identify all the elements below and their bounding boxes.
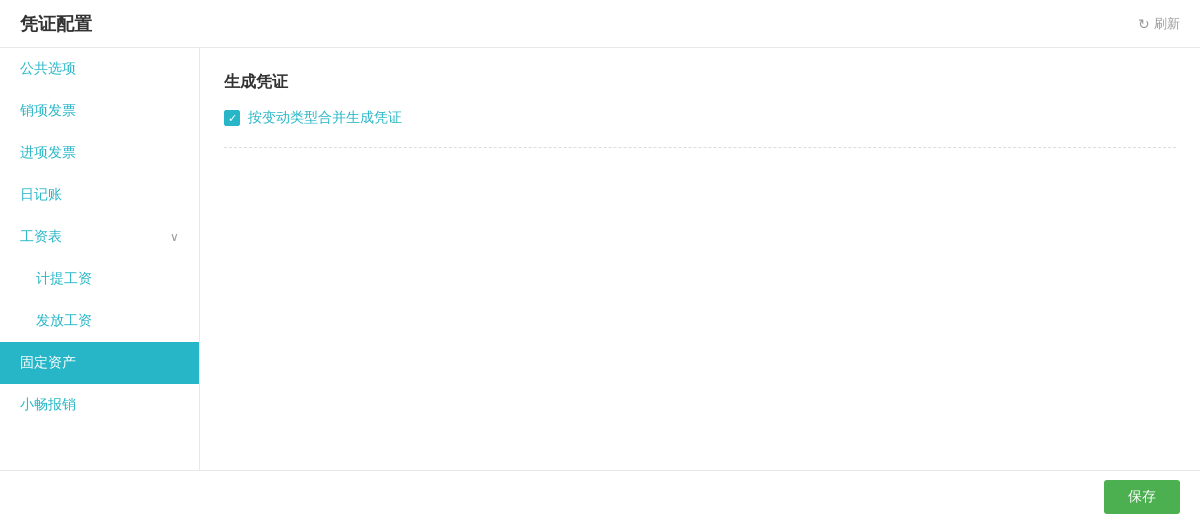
main-layout: 公共选项销项发票进项发票日记账工资表 ∨ 计提工资发放工资固定资产小畅报销 生成凭证… bbox=[0, 48, 1200, 470]
sidebar-item-label: 计提工资 bbox=[36, 270, 92, 288]
sidebar-item-label: 销项发票 bbox=[20, 102, 76, 120]
refresh-icon: ↻ bbox=[1138, 16, 1150, 32]
refresh-label: 刷新 bbox=[1154, 15, 1180, 33]
refresh-button[interactable]: ↻ 刷新 bbox=[1138, 15, 1180, 33]
checkbox-row: ✓ 按变动类型合并生成凭证 bbox=[224, 109, 1176, 127]
sidebar-item-public-options[interactable]: 公共选项 bbox=[0, 48, 199, 90]
section-divider bbox=[224, 147, 1176, 148]
sidebar-item-label: 日记账 bbox=[20, 186, 62, 204]
save-button[interactable]: 保存 bbox=[1104, 480, 1180, 514]
sidebar-item-label: 小畅报销 bbox=[20, 396, 76, 414]
sidebar-item-journal[interactable]: 日记账 bbox=[0, 174, 199, 216]
chevron-down-icon: ∨ bbox=[170, 230, 179, 244]
check-mark-icon: ✓ bbox=[228, 113, 237, 124]
sidebar-item-payroll-accrue[interactable]: 计提工资 bbox=[0, 258, 199, 300]
page-footer: 保存 bbox=[0, 470, 1200, 522]
page-header: 凭证配置 ↻ 刷新 bbox=[0, 0, 1200, 48]
sidebar-item-label: 工资表 bbox=[20, 228, 62, 246]
section-title: 生成凭证 bbox=[224, 72, 1176, 93]
page-title: 凭证配置 bbox=[20, 12, 92, 36]
sidebar-item-fixed-assets[interactable]: 固定资产 bbox=[0, 342, 199, 384]
sidebar-item-label: 发放工资 bbox=[36, 312, 92, 330]
sidebar-item-label: 固定资产 bbox=[20, 354, 76, 372]
sidebar-item-label: 进项发票 bbox=[20, 144, 76, 162]
page-wrapper: 凭证配置 ↻ 刷新 公共选项销项发票进项发票日记账工资表 ∨ 计提工资发放工资固定资… bbox=[0, 0, 1200, 522]
sidebar-item-payroll[interactable]: 工资表 ∨ bbox=[0, 216, 199, 258]
content-area: 生成凭证 ✓ 按变动类型合并生成凭证 bbox=[200, 48, 1200, 470]
sidebar-item-label: 公共选项 bbox=[20, 60, 76, 78]
merge-checkbox[interactable]: ✓ bbox=[224, 110, 240, 126]
sidebar-item-sales-invoice[interactable]: 销项发票 bbox=[0, 90, 199, 132]
sidebar-item-payroll-pay[interactable]: 发放工资 bbox=[0, 300, 199, 342]
sidebar-item-purchase-invoice[interactable]: 进项发票 bbox=[0, 132, 199, 174]
sidebar-item-expense-report[interactable]: 小畅报销 bbox=[0, 384, 199, 426]
checkbox-label[interactable]: 按变动类型合并生成凭证 bbox=[248, 109, 402, 127]
sidebar: 公共选项销项发票进项发票日记账工资表 ∨ 计提工资发放工资固定资产小畅报销 bbox=[0, 48, 200, 470]
